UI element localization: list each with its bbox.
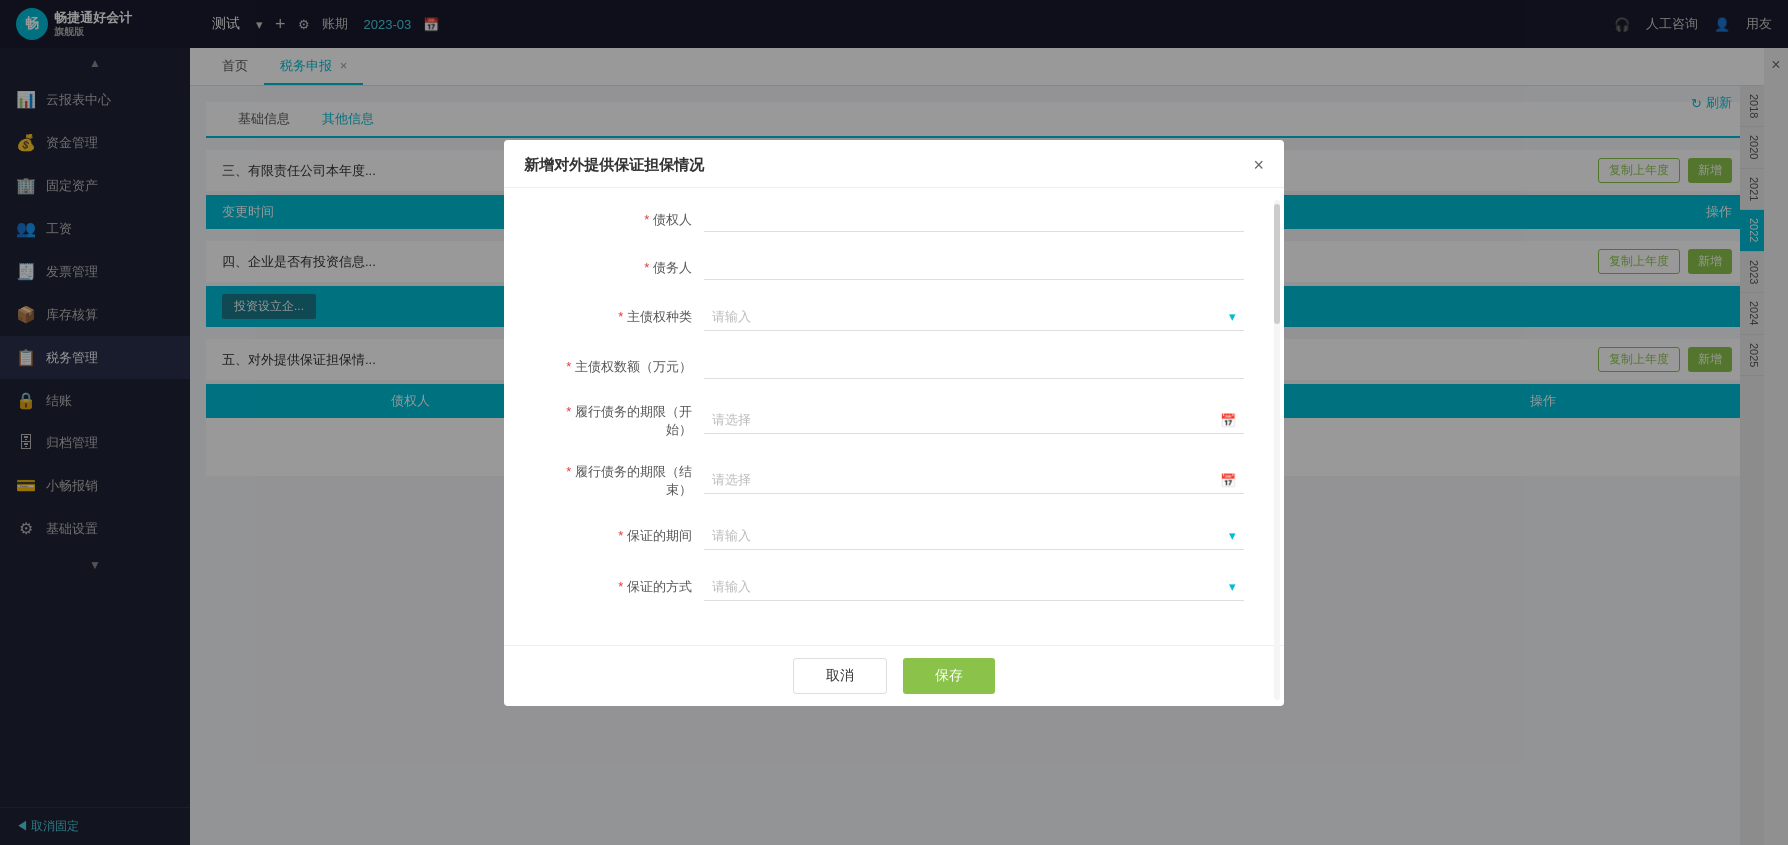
- form-row-guarantee-period: * 保证的期间 请输入 ▾: [544, 523, 1244, 550]
- required-star-4: *: [566, 359, 571, 374]
- form-row-debtor: * 债务人: [544, 256, 1244, 280]
- period-start-input[interactable]: 请选择 📅: [704, 407, 1244, 434]
- save-button[interactable]: 保存: [903, 658, 995, 694]
- claim-amount-label: 主债权数额（万元）: [575, 359, 692, 374]
- form-row-claim-type: * 主债权种类 请输入 ▾: [544, 304, 1244, 331]
- guarantee-period-select[interactable]: 请输入 ▾: [704, 523, 1244, 550]
- dialog-scrollbar-thumb: [1274, 204, 1280, 324]
- form-label-guarantee-method: * 保证的方式: [544, 578, 704, 596]
- form-row-claim-amount: * 主债权数额（万元）: [544, 355, 1244, 379]
- guarantee-period-label: 保证的期间: [627, 528, 692, 543]
- form-label-period-start: * 履行债务的期限（开始）: [544, 403, 704, 439]
- period-end-label: 履行债务的期限（结束）: [575, 464, 692, 497]
- period-end-placeholder: 请选择: [712, 471, 751, 489]
- form-row-period-end: * 履行债务的期限（结束） 请选择 📅: [544, 463, 1244, 499]
- period-end-calendar-icon: 📅: [1220, 473, 1236, 488]
- creditor-input[interactable]: [704, 208, 1244, 232]
- required-star-7: *: [618, 528, 623, 543]
- dialog-scrollbar[interactable]: [1274, 200, 1280, 700]
- claim-amount-input[interactable]: [704, 355, 1244, 379]
- form-label-claim-type: * 主债权种类: [544, 308, 704, 326]
- guarantee-period-chevron-icon: ▾: [1229, 528, 1236, 543]
- form-row-guarantee-method: * 保证的方式 请输入 ▾: [544, 574, 1244, 601]
- guarantee-method-label: 保证的方式: [627, 579, 692, 594]
- required-star-3: *: [618, 309, 623, 324]
- form-label-debtor: * 债务人: [544, 259, 704, 277]
- dialog-close-button[interactable]: ×: [1253, 156, 1264, 174]
- required-star-5: *: [566, 404, 571, 419]
- form-row-period-start: * 履行债务的期限（开始） 请选择 📅: [544, 403, 1244, 439]
- form-row-creditor: * 债权人: [544, 208, 1244, 232]
- period-start-label: 履行债务的期限（开始）: [575, 404, 692, 437]
- guarantee-period-placeholder: 请输入: [712, 527, 751, 545]
- form-label-creditor: * 债权人: [544, 211, 704, 229]
- guarantee-method-placeholder: 请输入: [712, 578, 751, 596]
- required-star: *: [644, 212, 649, 227]
- dialog-header: 新增对外提供保证担保情况 ×: [504, 140, 1284, 188]
- required-star-8: *: [618, 579, 623, 594]
- claim-type-select[interactable]: 请输入 ▾: [704, 304, 1244, 331]
- dialog-overlay: 新增对外提供保证担保情况 × * 债权人 * 债务人: [0, 0, 1788, 845]
- claim-type-placeholder: 请输入: [712, 308, 751, 326]
- dialog-footer: 取消 保存: [504, 645, 1284, 706]
- dialog-title: 新增对外提供保证担保情况: [524, 156, 704, 175]
- guarantee-method-select[interactable]: 请输入 ▾: [704, 574, 1244, 601]
- debtor-label: 债务人: [653, 260, 692, 275]
- period-start-calendar-icon: 📅: [1220, 413, 1236, 428]
- form-label-guarantee-period: * 保证的期间: [544, 527, 704, 545]
- form-label-claim-amount: * 主债权数额（万元）: [544, 358, 704, 376]
- required-star-6: *: [566, 464, 571, 479]
- claim-type-label: 主债权种类: [627, 309, 692, 324]
- creditor-label: 债权人: [653, 212, 692, 227]
- dialog-body: * 债权人 * 债务人 * 主债权种类 请输入: [504, 188, 1284, 645]
- cancel-button[interactable]: 取消: [793, 658, 887, 694]
- required-star-2: *: [644, 260, 649, 275]
- debtor-input[interactable]: [704, 256, 1244, 280]
- dialog: 新增对外提供保证担保情况 × * 债权人 * 债务人: [504, 140, 1284, 706]
- form-label-period-end: * 履行债务的期限（结束）: [544, 463, 704, 499]
- guarantee-method-chevron-icon: ▾: [1229, 579, 1236, 594]
- period-start-placeholder: 请选择: [712, 411, 751, 429]
- claim-type-chevron-icon: ▾: [1229, 309, 1236, 324]
- period-end-input[interactable]: 请选择 📅: [704, 467, 1244, 494]
